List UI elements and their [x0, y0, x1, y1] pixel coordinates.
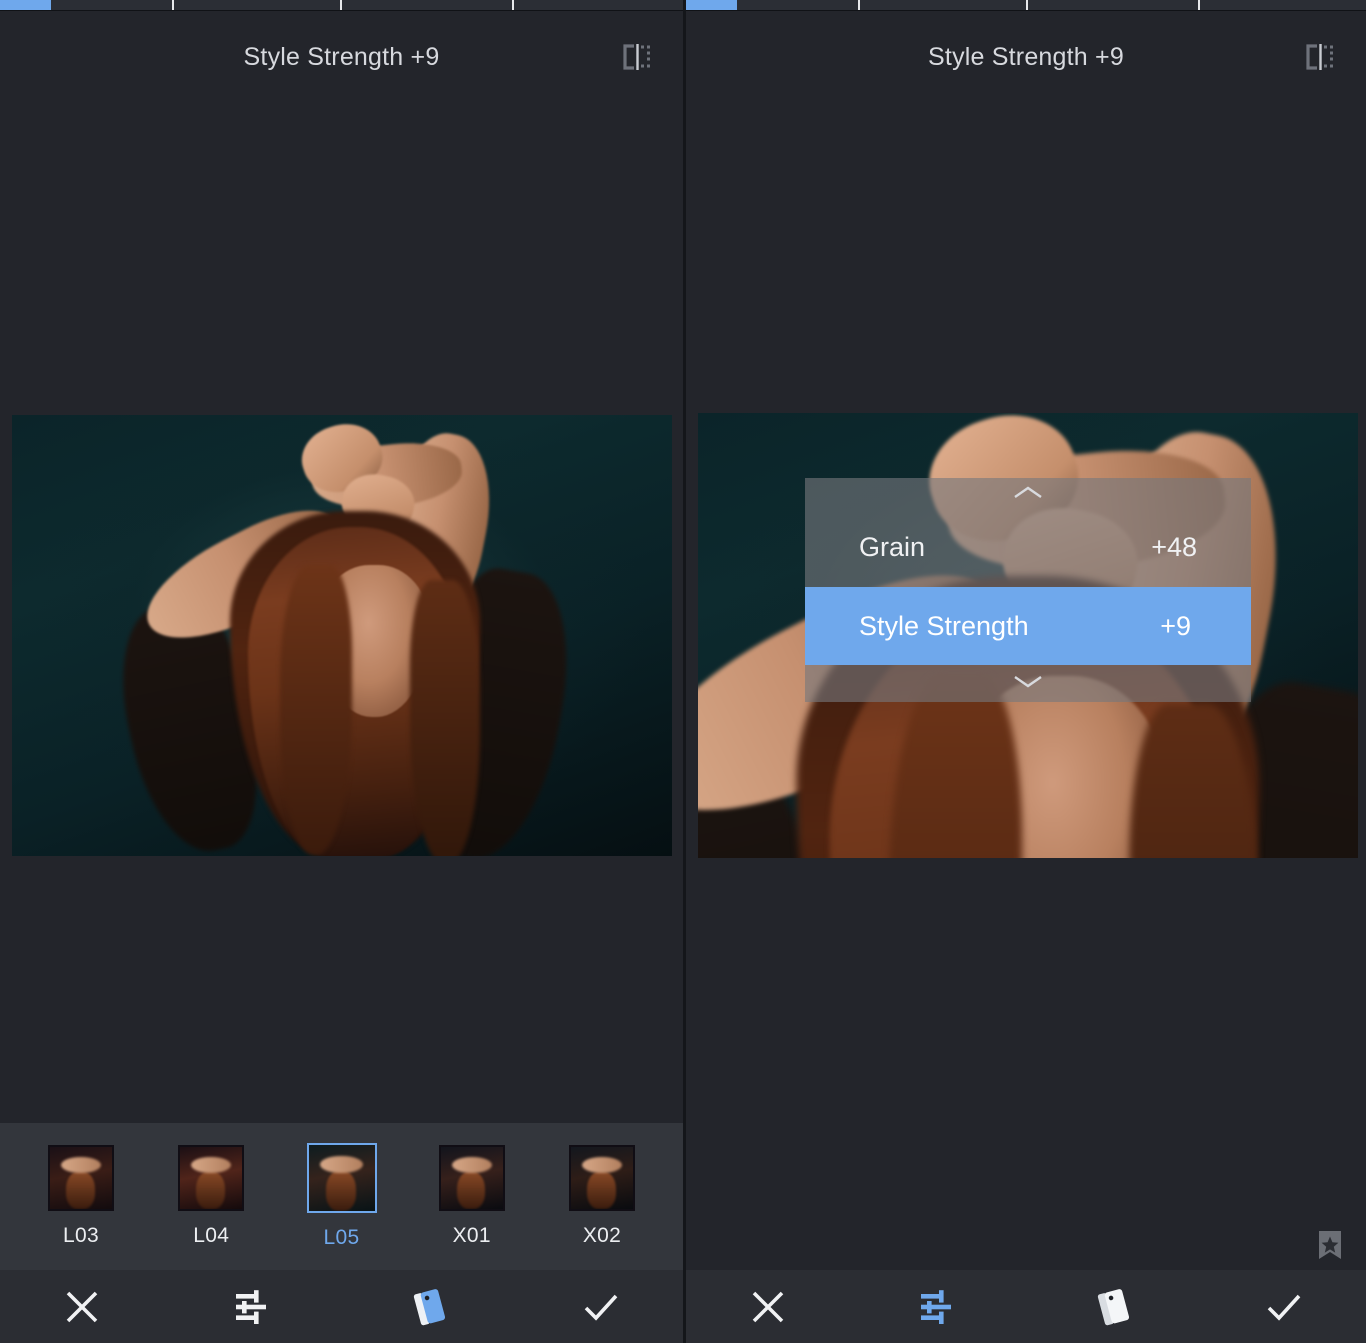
step-progress-bar-left[interactable] [0, 0, 683, 11]
page-title: Style Strength +9 [928, 42, 1124, 71]
thumbnail-item[interactable]: X01 [429, 1145, 515, 1248]
thumbnail-item-selected[interactable]: L05 [299, 1143, 385, 1250]
thumbnail-preview [571, 1147, 633, 1209]
adjustment-list-dialog[interactable]: Grain +48 Style Strength +9 [805, 478, 1251, 702]
styles-button[interactable] [1026, 1270, 1203, 1343]
progress-baseline [0, 10, 683, 11]
bottom-toolbar-left [0, 1270, 683, 1343]
close-icon [66, 1291, 98, 1322]
thumbnail-label: L03 [63, 1224, 99, 1247]
adjustment-label: Style Strength [859, 610, 1029, 641]
compare-split-icon[interactable] [1300, 37, 1340, 77]
thumbnail-label: L04 [193, 1224, 230, 1247]
step-progress-bar-right[interactable] [686, 0, 1366, 11]
page-title: Style Strength +9 [243, 42, 440, 71]
thumbnail-image[interactable] [178, 1145, 245, 1211]
cancel-button[interactable] [686, 1270, 849, 1343]
chevron-down-icon [1014, 676, 1042, 688]
adjustment-value: +48 [1151, 532, 1197, 562]
adjustment-row-grain[interactable]: Grain +48 [805, 508, 1251, 587]
thumbnail-preview [180, 1147, 243, 1209]
left-panel: Style Strength +9 L03 L04 L05 X01 X02 [0, 0, 683, 1343]
thumbnail-image[interactable] [48, 1145, 114, 1211]
thumbnail-image[interactable] [438, 1145, 505, 1211]
sliders-icon [235, 1289, 266, 1324]
progress-baseline [686, 10, 1366, 11]
swatch-icon [1098, 1288, 1130, 1325]
scroll-up-area[interactable] [805, 478, 1251, 508]
right-panel: Style Strength +9 Grain +48 Style Streng… [683, 0, 1366, 1343]
thumbnail-image[interactable] [569, 1145, 635, 1211]
favorite-bookmark-button[interactable] [1313, 1228, 1347, 1262]
thumbnail-item[interactable]: L04 [168, 1145, 254, 1248]
thumbnail-label: X01 [452, 1224, 491, 1247]
edited-photo [12, 415, 672, 856]
bottom-toolbar-right [686, 1270, 1366, 1343]
adjust-button[interactable] [849, 1270, 1026, 1343]
bookmark-star-icon [1319, 1231, 1341, 1259]
compare-split-icon[interactable] [617, 37, 657, 77]
thumbnail-preview [308, 1145, 375, 1211]
chevron-up-icon [1014, 486, 1042, 498]
thumbnail-image[interactable] [306, 1143, 377, 1213]
adjustment-row-style-strength[interactable]: Style Strength +9 [805, 587, 1251, 665]
thumbnail-preview [440, 1147, 503, 1209]
styles-button[interactable] [341, 1270, 519, 1343]
cancel-button[interactable] [0, 1270, 164, 1343]
close-icon [752, 1291, 783, 1322]
sliders-icon [920, 1289, 951, 1324]
thumbnail-item[interactable]: X02 [559, 1145, 645, 1248]
check-icon [1268, 1294, 1301, 1321]
top-bar-right: Style Strength +9 [686, 11, 1366, 103]
adjustment-value: +9 [1160, 610, 1191, 641]
swatch-icon [414, 1288, 446, 1325]
thumbnail-label: L05 [323, 1226, 360, 1249]
dual-screenshot-comparison: Style Strength +9 L03 L04 L05 X01 X02 St… [0, 0, 1366, 1343]
check-icon [584, 1294, 618, 1321]
accept-button[interactable] [1203, 1270, 1366, 1343]
thumbnail-label: X02 [582, 1224, 622, 1247]
adjustment-label: Grain [859, 532, 926, 562]
style-thumbnail-strip[interactable]: L03 L04 L05 X01 X02 [0, 1123, 683, 1270]
accept-button[interactable] [519, 1270, 683, 1343]
thumbnail-preview [50, 1147, 112, 1209]
scroll-down-area[interactable] [805, 665, 1251, 697]
adjust-button[interactable] [164, 1270, 342, 1343]
top-bar-left: Style Strength +9 [0, 11, 683, 103]
photo-canvas-left[interactable] [12, 415, 672, 856]
portrait-figure [12, 415, 672, 856]
thumbnail-item[interactable]: L03 [38, 1145, 124, 1248]
